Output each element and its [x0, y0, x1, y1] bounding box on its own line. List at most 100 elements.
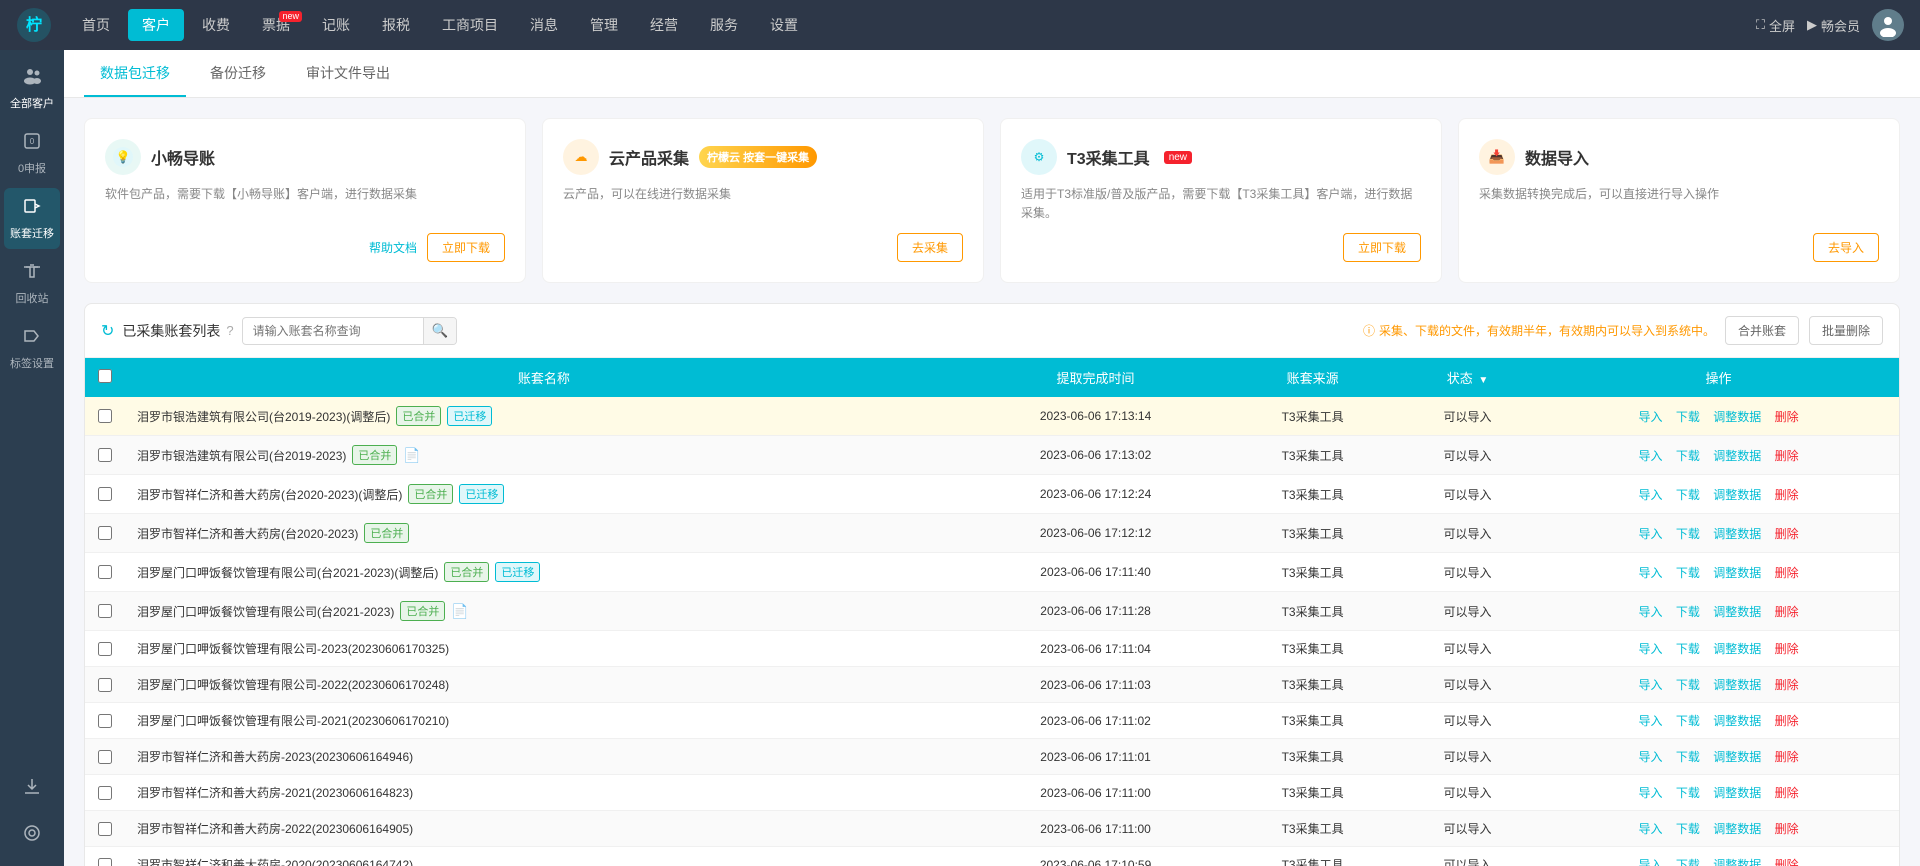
action-adjust-data[interactable]: 调整数据 [1713, 822, 1761, 836]
tab-backup[interactable]: 备份迁移 [194, 51, 282, 97]
action-delete[interactable]: 删除 [1775, 750, 1799, 764]
action-delete[interactable]: 删除 [1775, 566, 1799, 580]
action-delete[interactable]: 删除 [1775, 527, 1799, 541]
row-checkbox[interactable] [98, 786, 112, 800]
sidebar-item-all-customers[interactable]: 全部客户 [4, 58, 60, 119]
action-delete[interactable]: 删除 [1775, 786, 1799, 800]
action-import[interactable]: 导入 [1638, 527, 1662, 541]
action-adjust-data[interactable]: 调整数据 [1713, 714, 1761, 728]
user-avatar[interactable] [1872, 9, 1904, 41]
nav-item-invoice[interactable]: 票据 [248, 9, 304, 41]
fullscreen-btn[interactable]: ⛶ 全屏 [1756, 16, 1795, 35]
nav-item-settings[interactable]: 设置 [756, 9, 812, 41]
sidebar-item-recycle[interactable]: 回收站 [4, 253, 60, 314]
action-download[interactable]: 下载 [1676, 527, 1700, 541]
action-import[interactable]: 导入 [1638, 714, 1662, 728]
sidebar-item-download[interactable] [4, 768, 60, 807]
action-download[interactable]: 下载 [1676, 605, 1700, 619]
action-adjust-data[interactable]: 调整数据 [1713, 605, 1761, 619]
action-import[interactable]: 导入 [1638, 750, 1662, 764]
search-input[interactable] [243, 319, 423, 343]
action-download[interactable]: 下载 [1676, 714, 1700, 728]
nav-item-fee[interactable]: 收费 [188, 9, 244, 41]
action-adjust-data[interactable]: 调整数据 [1713, 642, 1761, 656]
row-checkbox[interactable] [98, 409, 112, 423]
nav-item-manage[interactable]: 管理 [576, 9, 632, 41]
row-checkbox[interactable] [98, 858, 112, 866]
nav-item-message[interactable]: 消息 [516, 9, 572, 41]
action-import[interactable]: 导入 [1638, 410, 1662, 424]
member-btn[interactable]: ▶ 畅会员 [1807, 16, 1860, 35]
action-download[interactable]: 下载 [1676, 678, 1700, 692]
sidebar-item-account-migrate[interactable]: 账套迁移 [4, 188, 60, 249]
action-import[interactable]: 导入 [1638, 605, 1662, 619]
action-adjust-data[interactable]: 调整数据 [1713, 750, 1761, 764]
action-import[interactable]: 导入 [1638, 642, 1662, 656]
refresh-icon[interactable]: ↻ [101, 321, 114, 341]
action-adjust-data[interactable]: 调整数据 [1713, 858, 1761, 866]
action-adjust-data[interactable]: 调整数据 [1713, 678, 1761, 692]
xiaochangdaozhang-help-link[interactable]: 帮助文档 [369, 239, 417, 256]
action-import[interactable]: 导入 [1638, 822, 1662, 836]
file-icon[interactable]: 📄 [403, 447, 420, 464]
t3tool-download-btn[interactable]: 立即下载 [1343, 233, 1421, 262]
action-adjust-data[interactable]: 调整数据 [1713, 410, 1761, 424]
action-import[interactable]: 导入 [1638, 858, 1662, 866]
action-download[interactable]: 下载 [1676, 858, 1700, 866]
nav-item-service[interactable]: 服务 [696, 9, 752, 41]
dataimport-btn[interactable]: 去导入 [1813, 233, 1879, 262]
row-checkbox[interactable] [98, 822, 112, 836]
action-delete[interactable]: 删除 [1775, 410, 1799, 424]
row-checkbox[interactable] [98, 448, 112, 462]
nav-item-home[interactable]: 首页 [68, 9, 124, 41]
tab-audit-export[interactable]: 审计文件导出 [290, 51, 406, 97]
action-download[interactable]: 下载 [1676, 750, 1700, 764]
row-checkbox[interactable] [98, 642, 112, 656]
search-button[interactable]: 🔍 [423, 318, 457, 344]
row-checkbox[interactable] [98, 678, 112, 692]
action-import[interactable]: 导入 [1638, 786, 1662, 800]
action-delete[interactable]: 删除 [1775, 605, 1799, 619]
action-delete[interactable]: 删除 [1775, 858, 1799, 866]
action-download[interactable]: 下载 [1676, 642, 1700, 656]
nav-item-accounting[interactable]: 记账 [308, 9, 364, 41]
action-import[interactable]: 导入 [1638, 488, 1662, 502]
select-all-checkbox[interactable] [98, 369, 112, 383]
tab-data-package[interactable]: 数据包迁移 [84, 51, 186, 97]
action-import[interactable]: 导入 [1638, 449, 1662, 463]
action-adjust-data[interactable]: 调整数据 [1713, 449, 1761, 463]
action-download[interactable]: 下载 [1676, 449, 1700, 463]
row-checkbox[interactable] [98, 565, 112, 579]
action-delete[interactable]: 删除 [1775, 822, 1799, 836]
nav-item-customer[interactable]: 客户 [128, 9, 184, 41]
cloudproduct-collect-btn[interactable]: 去采集 [897, 233, 963, 262]
row-checkbox[interactable] [98, 750, 112, 764]
action-adjust-data[interactable]: 调整数据 [1713, 488, 1761, 502]
row-checkbox[interactable] [98, 604, 112, 618]
row-checkbox[interactable] [98, 487, 112, 501]
action-adjust-data[interactable]: 调整数据 [1713, 786, 1761, 800]
action-download[interactable]: 下载 [1676, 488, 1700, 502]
file-icon[interactable]: 📄 [451, 603, 468, 620]
sidebar-item-label-settings[interactable]: 标签设置 [4, 318, 60, 379]
sidebar-item-zero-declare[interactable]: 0 0申报 [4, 123, 60, 184]
action-download[interactable]: 下载 [1676, 410, 1700, 424]
sidebar-item-user-settings[interactable] [4, 815, 60, 854]
row-checkbox[interactable] [98, 714, 112, 728]
action-adjust-data[interactable]: 调整数据 [1713, 527, 1761, 541]
action-adjust-data[interactable]: 调整数据 [1713, 566, 1761, 580]
help-icon[interactable]: ? [226, 323, 233, 338]
nav-item-operation[interactable]: 经营 [636, 9, 692, 41]
merge-accounts-btn[interactable]: 合并账套 [1725, 316, 1799, 345]
action-import[interactable]: 导入 [1638, 566, 1662, 580]
xiaochangdaozhang-download-btn[interactable]: 立即下载 [427, 233, 505, 262]
batch-delete-btn[interactable]: 批量删除 [1809, 316, 1883, 345]
app-logo[interactable]: 柠 [16, 7, 52, 43]
row-checkbox[interactable] [98, 526, 112, 540]
action-delete[interactable]: 删除 [1775, 488, 1799, 502]
action-import[interactable]: 导入 [1638, 678, 1662, 692]
action-download[interactable]: 下载 [1676, 786, 1700, 800]
action-delete[interactable]: 删除 [1775, 678, 1799, 692]
nav-item-tax[interactable]: 报税 [368, 9, 424, 41]
action-download[interactable]: 下载 [1676, 822, 1700, 836]
